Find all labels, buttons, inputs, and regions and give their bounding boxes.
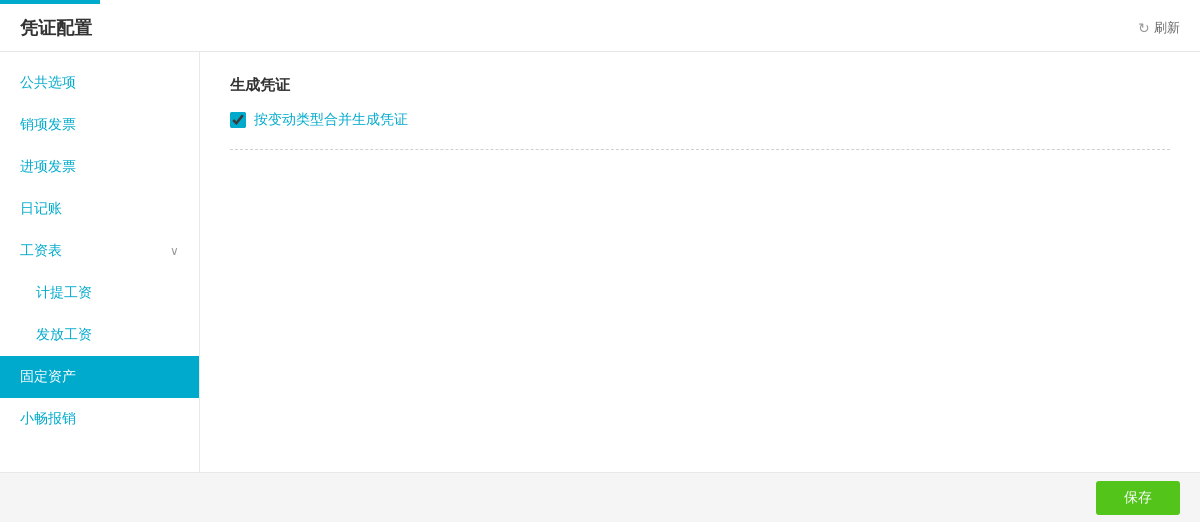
body: 公共选项销项发票进项发票日记账工资表 ∨ 计提工资发放工资固定资产小畅报销 生成凭证… bbox=[0, 52, 1200, 472]
section-divider bbox=[230, 149, 1170, 150]
refresh-label: 刷新 bbox=[1154, 19, 1180, 37]
header: 凭证配置 ↻ 刷新 bbox=[0, 4, 1200, 52]
sidebar-item-payroll-calc[interactable]: 计提工资 bbox=[0, 272, 199, 314]
sidebar-item-label-payroll-calc: 计提工资 bbox=[36, 284, 92, 302]
sidebar-item-payroll-pay[interactable]: 发放工资 bbox=[0, 314, 199, 356]
section-title: 生成凭证 bbox=[230, 76, 1170, 95]
checkbox-row: 按变动类型合并生成凭证 bbox=[230, 111, 1170, 129]
sidebar-item-label-fixed-assets: 固定资产 bbox=[20, 368, 76, 386]
refresh-button[interactable]: ↻ 刷新 bbox=[1138, 19, 1180, 37]
sidebar-item-label-journal: 日记账 bbox=[20, 200, 62, 218]
merge-checkbox-label[interactable]: 按变动类型合并生成凭证 bbox=[254, 111, 408, 129]
page-title: 凭证配置 bbox=[20, 16, 92, 40]
merge-checkbox[interactable] bbox=[230, 112, 246, 128]
sidebar-item-label-sales-invoice: 销项发票 bbox=[20, 116, 76, 134]
sidebar-item-label-payroll-table: 工资表 bbox=[20, 242, 62, 260]
sidebar-item-label-public: 公共选项 bbox=[20, 74, 76, 92]
top-indicator bbox=[0, 0, 100, 4]
refresh-icon: ↻ bbox=[1138, 20, 1150, 36]
sidebar-item-journal[interactable]: 日记账 bbox=[0, 188, 199, 230]
sidebar-item-expense[interactable]: 小畅报销 bbox=[0, 398, 199, 440]
sidebar: 公共选项销项发票进项发票日记账工资表 ∨ 计提工资发放工资固定资产小畅报销 bbox=[0, 52, 200, 472]
main-content: 生成凭证 按变动类型合并生成凭证 bbox=[200, 52, 1200, 472]
sidebar-item-purchase-invoice[interactable]: 进项发票 bbox=[0, 146, 199, 188]
sidebar-item-public[interactable]: 公共选项 bbox=[0, 62, 199, 104]
sidebar-item-label-purchase-invoice: 进项发票 bbox=[20, 158, 76, 176]
sidebar-item-label-payroll-pay: 发放工资 bbox=[36, 326, 92, 344]
sidebar-item-label-expense: 小畅报销 bbox=[20, 410, 76, 428]
sidebar-item-payroll-table[interactable]: 工资表 ∨ bbox=[0, 230, 199, 272]
chevron-down-icon: ∨ bbox=[170, 244, 179, 258]
save-button[interactable]: 保存 bbox=[1096, 481, 1180, 515]
sidebar-item-fixed-assets[interactable]: 固定资产 bbox=[0, 356, 199, 398]
sidebar-item-sales-invoice[interactable]: 销项发票 bbox=[0, 104, 199, 146]
page-wrapper: 凭证配置 ↻ 刷新 公共选项销项发票进项发票日记账工资表 ∨ 计提工资发放工资固定资… bbox=[0, 0, 1200, 522]
footer: 保存 bbox=[0, 472, 1200, 522]
